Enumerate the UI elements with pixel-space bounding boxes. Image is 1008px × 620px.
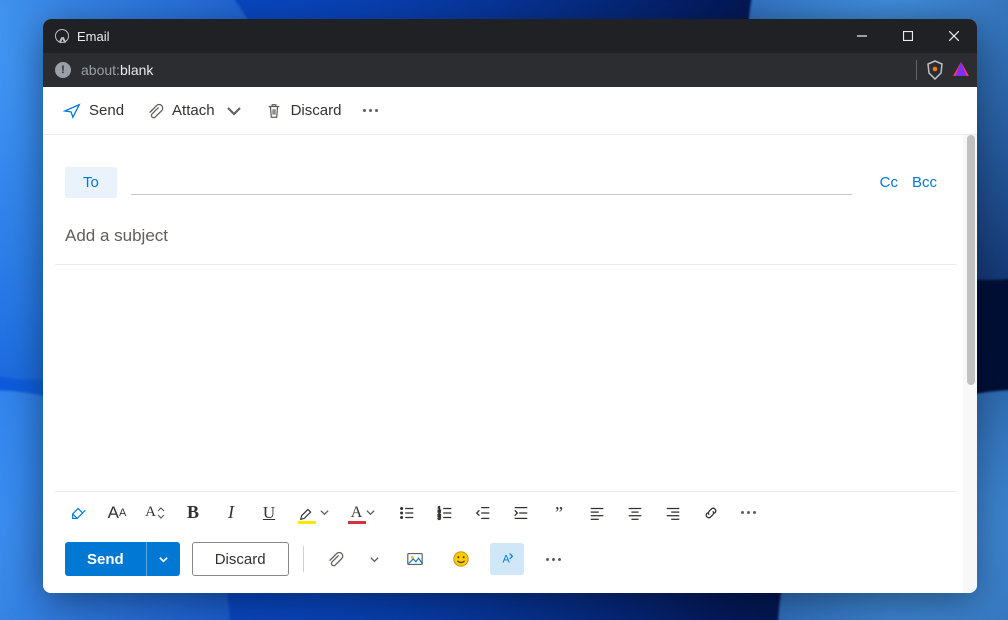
addressbar-divider bbox=[916, 60, 917, 80]
format-toolbar: AA A B I U A 123 ” bbox=[55, 491, 957, 533]
emoji-button[interactable] bbox=[444, 543, 478, 575]
site-info-icon[interactable]: ! bbox=[55, 62, 71, 78]
underline-button[interactable]: U bbox=[251, 497, 287, 529]
brave-shields-icon[interactable] bbox=[925, 60, 945, 80]
attach-label: Attach bbox=[172, 102, 215, 119]
attach-inline-button[interactable] bbox=[318, 543, 352, 575]
close-button[interactable] bbox=[931, 19, 977, 53]
send-label: Send bbox=[89, 102, 124, 119]
app-window: Email ! about:blank Send Attach bbox=[43, 19, 977, 593]
globe-icon bbox=[55, 29, 69, 43]
bold-button[interactable]: B bbox=[175, 497, 211, 529]
message-body-area bbox=[55, 264, 957, 491]
discard-label: Discard bbox=[291, 102, 342, 119]
align-center-button[interactable] bbox=[617, 497, 653, 529]
window-title: Email bbox=[77, 29, 110, 44]
maximize-button[interactable] bbox=[885, 19, 931, 53]
insert-image-button[interactable] bbox=[398, 543, 432, 575]
to-button[interactable]: To bbox=[65, 167, 117, 198]
sendbar-more-button[interactable] bbox=[536, 550, 571, 569]
send-icon bbox=[63, 102, 81, 120]
scrollbar-track[interactable] bbox=[963, 135, 977, 593]
align-right-button[interactable] bbox=[655, 497, 691, 529]
font-button[interactable]: AA bbox=[99, 497, 135, 529]
address-bar[interactable]: ! about:blank bbox=[43, 53, 977, 87]
font-color-button[interactable]: A bbox=[339, 497, 387, 529]
number-list-button[interactable]: 123 bbox=[427, 497, 463, 529]
send-bar: Send Discard A bbox=[55, 533, 957, 585]
subject-input[interactable] bbox=[65, 212, 947, 264]
brave-wallet-icon[interactable] bbox=[951, 60, 971, 80]
bullet-list-button[interactable] bbox=[389, 497, 425, 529]
titlebar: Email bbox=[43, 19, 977, 53]
attach-button[interactable]: Attach bbox=[136, 96, 253, 126]
link-button[interactable] bbox=[693, 497, 729, 529]
italic-button[interactable]: I bbox=[213, 497, 249, 529]
url-prefix: about: bbox=[81, 62, 120, 78]
svg-text:A: A bbox=[502, 554, 510, 566]
outdent-button[interactable] bbox=[465, 497, 501, 529]
toggle-format-bar-button[interactable]: A bbox=[490, 543, 524, 575]
trash-icon bbox=[265, 102, 283, 120]
align-left-button[interactable] bbox=[579, 497, 615, 529]
highlight-button[interactable] bbox=[289, 497, 337, 529]
bcc-button[interactable]: Bcc bbox=[912, 174, 937, 191]
chevron-down-icon bbox=[225, 102, 243, 120]
compose-area: To Cc Bcc AA A B I U bbox=[43, 135, 977, 593]
subject-row bbox=[55, 212, 957, 264]
scrollbar-thumb[interactable] bbox=[967, 135, 975, 385]
quote-button[interactable]: ” bbox=[541, 497, 577, 529]
discard-button-top[interactable]: Discard bbox=[255, 96, 352, 126]
font-size-button[interactable]: A bbox=[137, 497, 173, 529]
url-text: about:blank bbox=[81, 62, 153, 78]
svg-text:3: 3 bbox=[438, 515, 441, 521]
more-commands-button[interactable] bbox=[353, 101, 388, 120]
indent-button[interactable] bbox=[503, 497, 539, 529]
send-options-button[interactable] bbox=[146, 542, 180, 576]
minimize-button[interactable] bbox=[839, 19, 885, 53]
sendbar-divider bbox=[303, 546, 304, 572]
format-painter-button[interactable] bbox=[61, 497, 97, 529]
cc-button[interactable]: Cc bbox=[880, 174, 898, 191]
discard-button[interactable]: Discard bbox=[192, 542, 289, 576]
attach-options-button[interactable] bbox=[364, 543, 386, 575]
to-row: To Cc Bcc bbox=[55, 151, 957, 212]
message-body-input[interactable] bbox=[55, 265, 957, 491]
send-button[interactable]: Send bbox=[65, 542, 146, 576]
to-input[interactable] bbox=[131, 171, 852, 195]
url-page: blank bbox=[120, 62, 153, 78]
send-split-button: Send bbox=[65, 542, 180, 576]
format-more-button[interactable] bbox=[731, 503, 766, 522]
paperclip-icon bbox=[146, 102, 164, 120]
command-bar: Send Attach Discard bbox=[43, 87, 977, 135]
send-button-top[interactable]: Send bbox=[53, 96, 134, 126]
